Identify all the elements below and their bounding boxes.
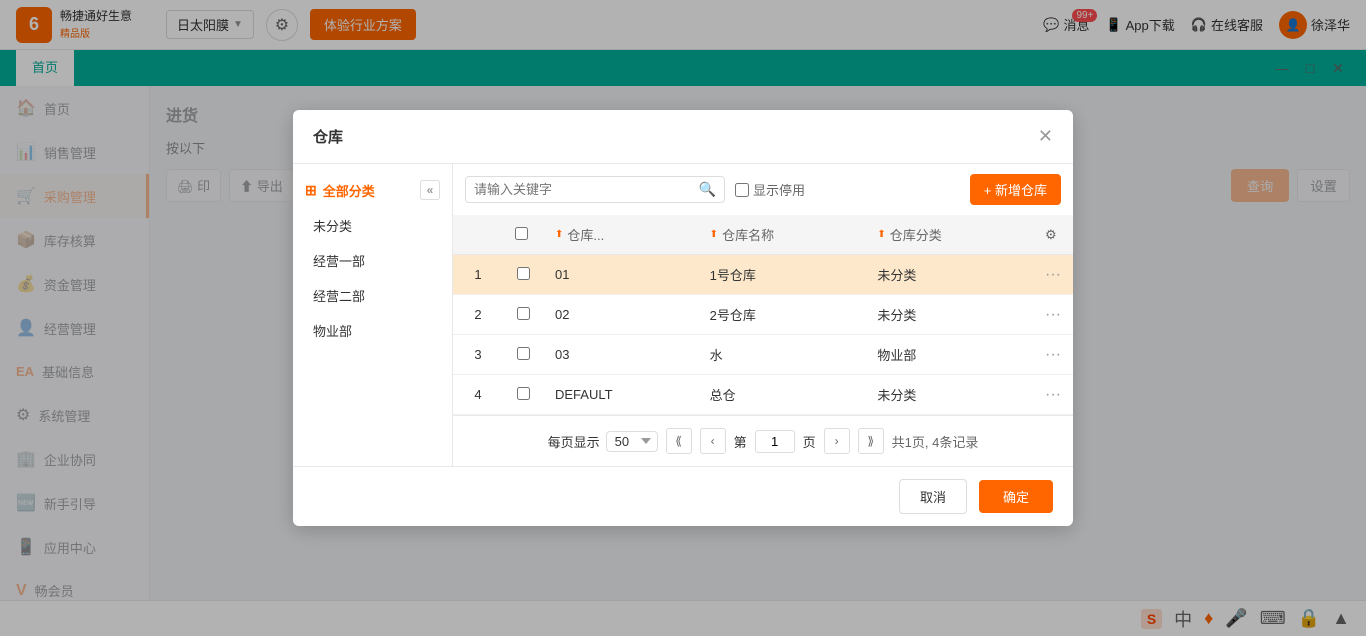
row-code: 03	[543, 335, 698, 375]
grid-icon: ⊞	[305, 182, 317, 199]
page-number-input[interactable]	[755, 430, 795, 453]
row-checkbox-cell	[503, 375, 543, 415]
warehouse-modal: 仓库 ✕ ⊞ 全部分类 « 未分类 经营一部 经营二部 物业部	[293, 110, 1073, 526]
row-code: DEFAULT	[543, 375, 698, 415]
col-header-cat: ⬆ 仓库分类	[865, 215, 1033, 255]
table-panel: 🔍 显示停用 + 新增仓库	[453, 164, 1073, 466]
per-page-label: 每页显示	[548, 432, 600, 451]
per-page-select[interactable]: 50 20 100	[606, 431, 658, 452]
row-category: 物业部	[865, 335, 1033, 375]
total-info: 共1页, 4条记录	[892, 432, 979, 451]
row-checkbox-cell	[503, 255, 543, 295]
row-num: 2	[453, 295, 503, 335]
page-prefix-label: 第	[734, 432, 747, 451]
prev-page-button[interactable]: ‹	[700, 428, 726, 454]
row-checkbox-cell	[503, 295, 543, 335]
sort-icon-code: ⬆	[555, 229, 563, 240]
row-checkbox[interactable]	[517, 267, 530, 280]
category-panel: ⊞ 全部分类 « 未分类 经营一部 经营二部 物业部	[293, 164, 453, 466]
modal-overlay: 仓库 ✕ ⊞ 全部分类 « 未分类 经营一部 经营二部 物业部	[0, 0, 1366, 636]
all-categories-label: 全部分类	[323, 181, 375, 200]
next-page-button[interactable]: ›	[824, 428, 850, 454]
row-num: 4	[453, 375, 503, 415]
search-icon[interactable]: 🔍	[699, 181, 716, 198]
modal-header: 仓库 ✕	[293, 110, 1073, 164]
data-table: ⬆ 仓库... ⬆ 仓库名称	[453, 215, 1073, 415]
last-page-button[interactable]: ⟫	[858, 428, 884, 454]
show-disabled-checkbox[interactable]	[735, 183, 749, 197]
show-disabled-text: 显示停用	[753, 180, 805, 199]
row-name: 2号仓库	[698, 295, 866, 335]
row-checkbox[interactable]	[517, 387, 530, 400]
pagination: 每页显示 50 20 100 ⟪ ‹ 第 页 › ⟫ 共1页, 4条记录	[453, 415, 1073, 466]
col-header-cb	[503, 215, 543, 255]
show-disabled-label[interactable]: 显示停用	[735, 180, 805, 199]
row-name: 总仓	[698, 375, 866, 415]
modal-footer: 取消 确定	[293, 466, 1073, 526]
gear-col-icon: ⚙	[1045, 227, 1057, 242]
row-checkbox-cell	[503, 335, 543, 375]
confirm-button[interactable]: 确定	[979, 480, 1053, 513]
row-category: 未分类	[865, 295, 1033, 335]
page-suffix-label: 页	[803, 432, 816, 451]
col-header-gear: ⚙	[1033, 215, 1073, 255]
search-input[interactable]	[474, 182, 693, 197]
row-name: 1号仓库	[698, 255, 866, 295]
row-num: 3	[453, 335, 503, 375]
row-code: 02	[543, 295, 698, 335]
sort-icon-name: ⬆	[710, 229, 718, 240]
collapse-button[interactable]: «	[420, 180, 440, 200]
row-num: 1	[453, 255, 503, 295]
category-item-operations1[interactable]: 经营一部	[293, 243, 452, 278]
row-category: 未分类	[865, 375, 1033, 415]
search-box: 🔍	[465, 176, 725, 203]
table-row[interactable]: 1 01 1号仓库 未分类 ···	[453, 255, 1073, 295]
row-checkbox[interactable]	[517, 307, 530, 320]
modal-body: ⊞ 全部分类 « 未分类 经营一部 经营二部 物业部 🔍	[293, 164, 1073, 466]
category-item-operations2[interactable]: 经营二部	[293, 278, 452, 313]
row-actions[interactable]: ···	[1033, 255, 1073, 295]
row-more-icon[interactable]: ···	[1045, 306, 1061, 323]
row-more-icon[interactable]: ···	[1045, 346, 1061, 363]
row-code: 01	[543, 255, 698, 295]
row-category: 未分类	[865, 255, 1033, 295]
add-warehouse-button[interactable]: + 新增仓库	[970, 174, 1061, 205]
cancel-button[interactable]: 取消	[899, 479, 967, 514]
row-name: 水	[698, 335, 866, 375]
category-item-property[interactable]: 物业部	[293, 313, 452, 348]
table-row[interactable]: 2 02 2号仓库 未分类 ···	[453, 295, 1073, 335]
row-checkbox[interactable]	[517, 347, 530, 360]
col-header-num	[453, 215, 503, 255]
modal-close-button[interactable]: ✕	[1038, 126, 1053, 147]
row-actions[interactable]: ···	[1033, 335, 1073, 375]
row-more-icon[interactable]: ···	[1045, 386, 1061, 403]
row-more-icon[interactable]: ···	[1045, 266, 1061, 283]
col-header-code: ⬆ 仓库...	[543, 215, 698, 255]
select-all-checkbox[interactable]	[515, 227, 528, 240]
table-row[interactable]: 4 DEFAULT 总仓 未分类 ···	[453, 375, 1073, 415]
row-actions[interactable]: ···	[1033, 375, 1073, 415]
all-categories-item[interactable]: ⊞ 全部分类 «	[293, 172, 452, 208]
col-header-name: ⬆ 仓库名称	[698, 215, 866, 255]
table-row[interactable]: 3 03 水 物业部 ···	[453, 335, 1073, 375]
row-actions[interactable]: ···	[1033, 295, 1073, 335]
table-toolbar: 🔍 显示停用 + 新增仓库	[453, 164, 1073, 215]
per-page-select-group: 每页显示 50 20 100	[548, 431, 658, 452]
modal-title: 仓库	[313, 126, 343, 147]
sort-icon-cat: ⬆	[877, 229, 885, 240]
category-item-unclassified[interactable]: 未分类	[293, 208, 452, 243]
first-page-button[interactable]: ⟪	[666, 428, 692, 454]
